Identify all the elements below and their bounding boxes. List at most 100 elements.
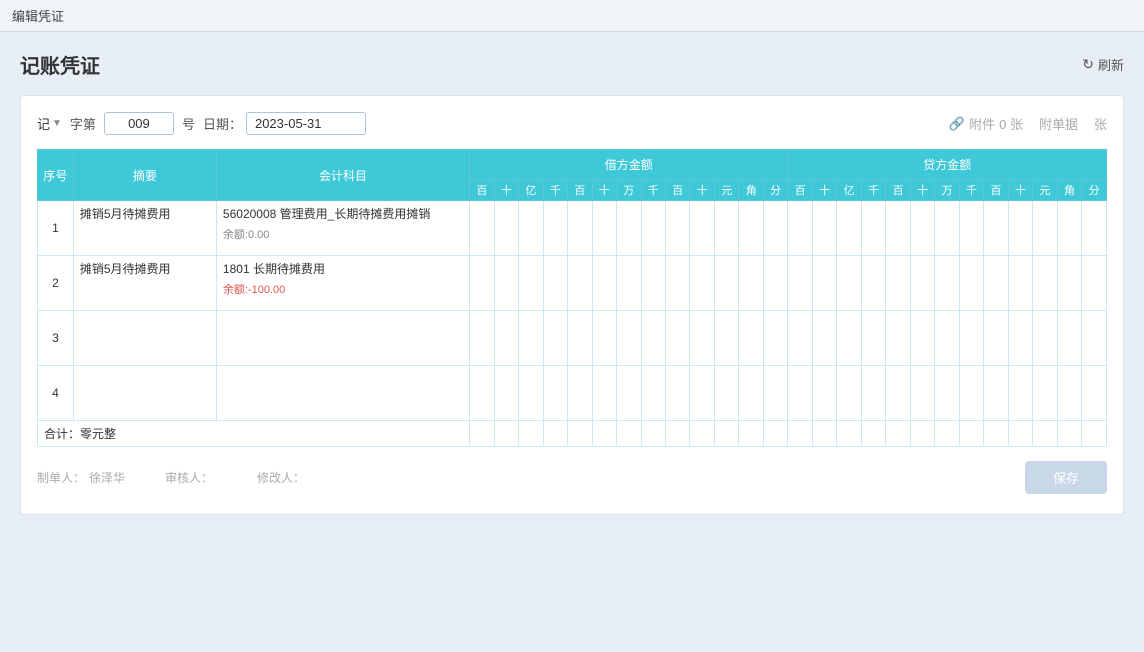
cell-amount[interactable] [763, 366, 787, 421]
cell-seq[interactable]: 1 [38, 201, 74, 256]
cell-amount[interactable] [1057, 311, 1081, 366]
cell-amount[interactable] [617, 366, 641, 421]
cell-amount[interactable] [763, 201, 787, 256]
cell-amount[interactable] [666, 366, 690, 421]
cell-amount[interactable] [568, 311, 592, 366]
cell-amount[interactable] [935, 311, 959, 366]
cell-amount[interactable] [861, 311, 885, 366]
cell-amount[interactable] [666, 201, 690, 256]
cell-amount[interactable] [861, 366, 885, 421]
cell-amount[interactable] [1057, 366, 1081, 421]
cell-amount[interactable] [690, 311, 714, 366]
cell-amount[interactable] [666, 256, 690, 311]
cell-amount[interactable] [837, 366, 861, 421]
attachment-link[interactable]: 🔗 附件 0 张 [949, 114, 1023, 133]
cell-amount[interactable] [910, 256, 934, 311]
cell-summary[interactable] [73, 311, 216, 366]
cell-amount[interactable] [959, 366, 983, 421]
cell-amount[interactable] [543, 366, 567, 421]
cell-amount[interactable] [543, 201, 567, 256]
cell-amount[interactable] [592, 366, 616, 421]
cell-amount[interactable] [1008, 311, 1032, 366]
cell-amount[interactable] [910, 366, 934, 421]
cell-amount[interactable] [959, 256, 983, 311]
date-input[interactable] [246, 112, 366, 135]
cell-amount[interactable] [641, 256, 665, 311]
cell-amount[interactable] [935, 256, 959, 311]
cell-amount[interactable] [861, 256, 885, 311]
cell-amount[interactable] [690, 256, 714, 311]
cell-amount[interactable] [1057, 256, 1081, 311]
cell-summary[interactable]: 摊销5月待摊费用 [73, 201, 216, 256]
cell-amount[interactable] [617, 311, 641, 366]
cell-amount[interactable] [1033, 256, 1057, 311]
cell-amount[interactable] [714, 201, 738, 256]
cell-summary[interactable] [73, 366, 216, 421]
cell-amount[interactable] [714, 256, 738, 311]
cell-amount[interactable] [641, 366, 665, 421]
cell-amount[interactable] [935, 366, 959, 421]
cell-amount[interactable] [812, 311, 836, 366]
cell-amount[interactable] [788, 256, 812, 311]
cell-amount[interactable] [1033, 366, 1057, 421]
cell-amount[interactable] [886, 256, 910, 311]
cell-amount[interactable] [1057, 201, 1081, 256]
cell-amount[interactable] [837, 311, 861, 366]
refresh-button[interactable]: ↻ 刷新 [1082, 55, 1124, 74]
cell-summary[interactable]: 摊销5月待摊费用 [73, 256, 216, 311]
cell-amount[interactable] [1082, 366, 1107, 421]
cell-amount[interactable] [739, 366, 763, 421]
cell-amount[interactable] [1033, 201, 1057, 256]
cell-amount[interactable] [494, 366, 518, 421]
cell-amount[interactable] [886, 311, 910, 366]
cell-amount[interactable] [739, 311, 763, 366]
cell-amount[interactable] [984, 201, 1008, 256]
cell-amount[interactable] [519, 311, 543, 366]
cell-amount[interactable] [592, 311, 616, 366]
cell-amount[interactable] [470, 256, 494, 311]
cell-amount[interactable] [470, 201, 494, 256]
cell-amount[interactable] [959, 201, 983, 256]
cell-amount[interactable] [470, 311, 494, 366]
cell-amount[interactable] [592, 201, 616, 256]
cell-amount[interactable] [666, 311, 690, 366]
cell-amount[interactable] [788, 366, 812, 421]
cell-amount[interactable] [1082, 201, 1107, 256]
cell-amount[interactable] [886, 201, 910, 256]
cell-amount[interactable] [617, 256, 641, 311]
cell-seq[interactable]: 3 [38, 311, 74, 366]
cell-amount[interactable] [1008, 201, 1032, 256]
attachment-unit[interactable]: 附单据 [1039, 114, 1078, 133]
cell-amount[interactable] [788, 201, 812, 256]
cell-amount[interactable] [641, 311, 665, 366]
cell-seq[interactable]: 2 [38, 256, 74, 311]
cell-amount[interactable] [470, 366, 494, 421]
cell-amount[interactable] [739, 201, 763, 256]
cell-account[interactable]: 1801 长期待摊费用余额:-100.00 [216, 256, 469, 311]
cell-amount[interactable] [690, 366, 714, 421]
cell-amount[interactable] [1033, 311, 1057, 366]
cell-amount[interactable] [568, 256, 592, 311]
cell-amount[interactable] [568, 366, 592, 421]
cell-account[interactable] [216, 366, 469, 421]
cell-account[interactable]: 56020008 管理费用_长期待摊费用摊销余额:0.00 [216, 201, 469, 256]
cell-amount[interactable] [861, 201, 885, 256]
cell-amount[interactable] [1082, 256, 1107, 311]
cell-amount[interactable] [519, 366, 543, 421]
cell-amount[interactable] [837, 256, 861, 311]
cell-amount[interactable] [543, 256, 567, 311]
cell-amount[interactable] [984, 366, 1008, 421]
cell-amount[interactable] [812, 256, 836, 311]
cell-amount[interactable] [519, 201, 543, 256]
cell-amount[interactable] [886, 366, 910, 421]
voucher-number-input[interactable] [104, 112, 174, 135]
cell-amount[interactable] [935, 201, 959, 256]
cell-amount[interactable] [910, 311, 934, 366]
cell-amount[interactable] [812, 201, 836, 256]
cell-amount[interactable] [494, 201, 518, 256]
cell-amount[interactable] [568, 201, 592, 256]
cell-amount[interactable] [494, 256, 518, 311]
cell-amount[interactable] [1008, 366, 1032, 421]
cell-amount[interactable] [592, 256, 616, 311]
voucher-type-dropdown[interactable]: 记 ▼ [37, 114, 62, 133]
